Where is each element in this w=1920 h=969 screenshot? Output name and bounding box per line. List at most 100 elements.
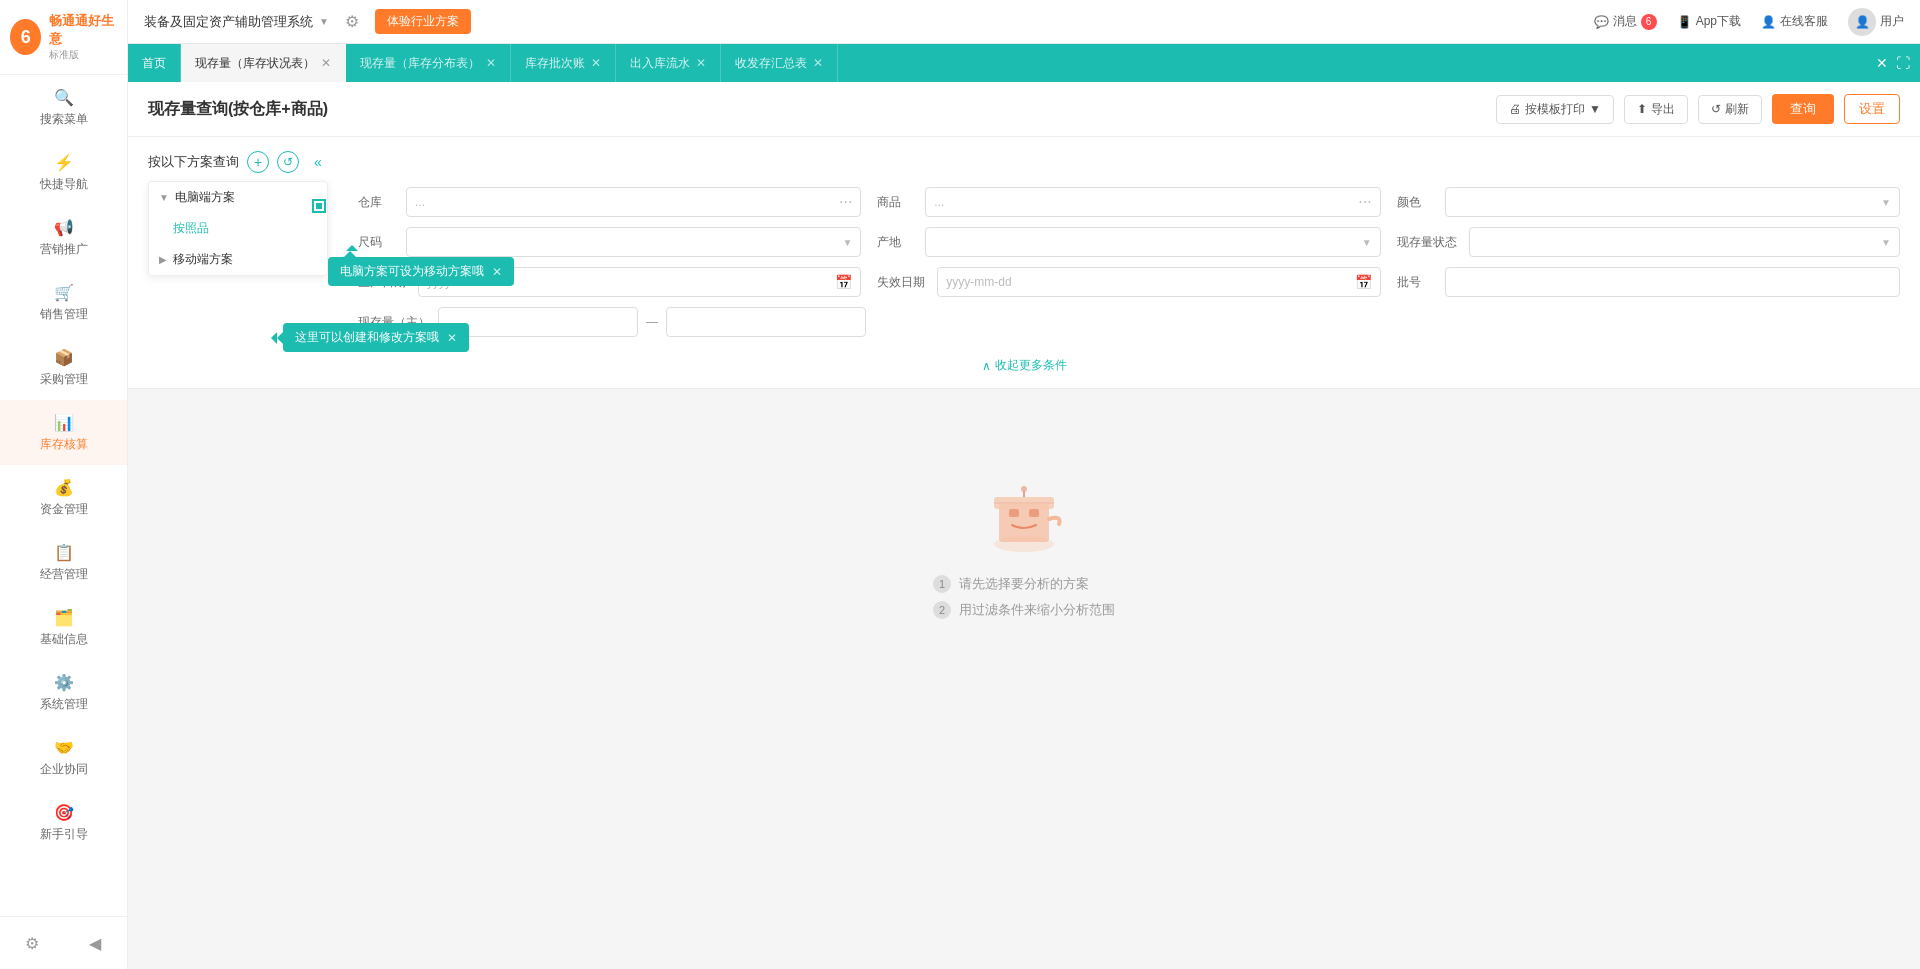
sidebar-item-enterprise[interactable]: 🤝 企业协同 bbox=[0, 725, 127, 790]
stock-qty-max-wrap[interactable] bbox=[666, 307, 866, 337]
origin-select[interactable]: ▼ bbox=[925, 227, 1380, 257]
tab-close-all-icon[interactable]: ✕ bbox=[1876, 55, 1888, 71]
warehouse-input[interactable] bbox=[415, 195, 833, 209]
marketing-icon: 📢 bbox=[54, 217, 74, 237]
collapse-sidebar-btn[interactable]: ◀ bbox=[81, 929, 109, 957]
expire-date-wrap[interactable]: 📅 bbox=[937, 267, 1380, 297]
settings-bottom-btn[interactable]: ⚙ bbox=[18, 929, 46, 957]
logo-text: 畅通通好生意 标准版 bbox=[49, 12, 117, 62]
sidebar-item-marketing[interactable]: 📢 营销推广 bbox=[0, 205, 127, 270]
create-tooltip-close[interactable]: ✕ bbox=[447, 331, 457, 345]
color-select[interactable]: ▼ bbox=[1445, 187, 1900, 217]
sidebar-item-system[interactable]: ⚙️ 系统管理 bbox=[0, 660, 127, 725]
notification-btn[interactable]: 💬 消息 6 bbox=[1594, 13, 1657, 30]
svg-rect-3 bbox=[1009, 509, 1019, 517]
goods-label: 商品 bbox=[877, 194, 917, 211]
sidebar-item-search[interactable]: 🔍 搜索菜单 bbox=[0, 75, 127, 140]
sidebar-item-sales[interactable]: 🛒 销售管理 bbox=[0, 270, 127, 335]
tab-in-out-flow[interactable]: 出入库流水 ✕ bbox=[616, 44, 721, 82]
filter-refresh-btn[interactable]: ↺ bbox=[277, 151, 299, 173]
stock-qty-min-input[interactable] bbox=[447, 315, 629, 329]
sidebar-item-guide[interactable]: 🎯 新手引导 bbox=[0, 790, 127, 855]
tab-inventory-status[interactable]: 现存量（库存状况表） ✕ bbox=[181, 44, 346, 82]
filter-field-color: 颜色 ▼ bbox=[1397, 187, 1900, 217]
empty-icon bbox=[974, 469, 1074, 559]
tree-collapse-icon: ▶ bbox=[159, 254, 167, 265]
filter-label: 按以下方案查询 bbox=[148, 153, 239, 171]
online-service-btn[interactable]: 👤 在线客服 bbox=[1761, 13, 1828, 30]
sidebar-item-management[interactable]: 📋 经营管理 bbox=[0, 530, 127, 595]
tab-close-btn[interactable]: ✕ bbox=[813, 56, 823, 70]
filter-row-2: 尺码 ▼ 产地 ▼ bbox=[358, 227, 1900, 257]
tab-close-btn[interactable]: ✕ bbox=[486, 56, 496, 70]
sidebar-item-purchase[interactable]: 📦 采购管理 bbox=[0, 335, 127, 400]
size-select[interactable]: ▼ bbox=[406, 227, 861, 257]
top-header: 装备及固定资产辅助管理系统 ▼ ⚙ 体验行业方案 💬 消息 6 📱 App下载 … bbox=[128, 0, 1920, 44]
sidebar-item-quick-nav[interactable]: ⚡ 快捷导航 bbox=[0, 140, 127, 205]
print-btn[interactable]: 🖨 按模板打印 ▼ bbox=[1496, 95, 1614, 124]
tab-label: 首页 bbox=[142, 55, 166, 72]
mobile-icon: 📱 bbox=[1677, 15, 1692, 29]
collapse-btn[interactable]: ∧ 收起更多条件 bbox=[148, 349, 1900, 378]
refresh-btn[interactable]: ↺ 刷新 bbox=[1698, 95, 1762, 124]
tab-bar-right: ✕ ⛶ bbox=[1866, 44, 1920, 82]
sales-icon: 🛒 bbox=[54, 282, 74, 302]
header-settings-btn[interactable]: ⚙ bbox=[345, 12, 359, 31]
notification-badge: 6 bbox=[1641, 14, 1657, 30]
sidebar-item-basic[interactable]: 🗂️ 基础信息 bbox=[0, 595, 127, 660]
sidebar: 6 畅通通好生意 标准版 🔍 搜索菜单 ⚡ 快捷导航 📢 营销推广 🛒 销售管理… bbox=[0, 0, 128, 969]
origin-label: 产地 bbox=[877, 234, 917, 251]
sidebar-item-finance[interactable]: 💰 资金管理 bbox=[0, 465, 127, 530]
management-icon: 📋 bbox=[54, 542, 74, 562]
export-btn[interactable]: ⬆ 导出 bbox=[1624, 95, 1688, 124]
scheme-tree-item-pc[interactable]: ▼ 电脑端方案 bbox=[149, 182, 327, 213]
sidebar-item-inventory[interactable]: 📊 库存核算 bbox=[0, 400, 127, 465]
query-btn[interactable]: 查询 bbox=[1772, 94, 1834, 124]
warehouse-more-icon[interactable]: ··· bbox=[839, 193, 852, 211]
refresh-icon: ↺ bbox=[1711, 102, 1721, 116]
basic-icon: 🗂️ bbox=[54, 607, 74, 627]
trial-btn[interactable]: 体验行业方案 bbox=[375, 9, 471, 34]
user-btn[interactable]: 👤 用户 bbox=[1848, 8, 1904, 36]
tab-close-btn[interactable]: ✕ bbox=[591, 56, 601, 70]
search-icon: 🔍 bbox=[54, 87, 74, 107]
scheme-tree-item-mobile[interactable]: ▶ 移动端方案 bbox=[149, 244, 327, 275]
tab-label: 库存批次账 bbox=[525, 55, 585, 72]
tab-close-btn[interactable]: ✕ bbox=[321, 56, 331, 70]
scheme-tooltip-bubble: 电脑方案可设为移动方案哦 ✕ bbox=[328, 257, 514, 286]
sidebar-item-label: 资金管理 bbox=[40, 501, 88, 518]
batch-input[interactable] bbox=[1454, 275, 1891, 289]
tab-home[interactable]: 首页 bbox=[128, 44, 181, 82]
expire-date-input[interactable] bbox=[946, 275, 1348, 289]
goods-input[interactable] bbox=[934, 195, 1352, 209]
filter-back-btn[interactable]: « bbox=[307, 151, 329, 173]
notification-icon: 💬 bbox=[1594, 15, 1609, 29]
goods-input-wrap[interactable]: ··· bbox=[925, 187, 1380, 217]
purchase-icon: 📦 bbox=[54, 347, 74, 367]
tab-stock-summary[interactable]: 收发存汇总表 ✕ bbox=[721, 44, 838, 82]
stock-qty-max-input[interactable] bbox=[675, 315, 857, 329]
step-2-text: 用过滤条件来缩小分析范围 bbox=[959, 601, 1115, 619]
scheme-tree-item-default[interactable]: 按照品 bbox=[149, 213, 327, 244]
prod-date-calendar-icon[interactable]: 📅 bbox=[835, 274, 852, 290]
expire-date-calendar-icon[interactable]: 📅 bbox=[1355, 274, 1372, 290]
filter-add-btn[interactable]: + bbox=[247, 151, 269, 173]
tab-close-btn[interactable]: ✕ bbox=[696, 56, 706, 70]
scheme-tooltip-close[interactable]: ✕ bbox=[492, 265, 502, 279]
goods-more-icon[interactable]: ··· bbox=[1358, 193, 1371, 211]
warehouse-input-wrap[interactable]: ··· bbox=[406, 187, 861, 217]
batch-wrap[interactable] bbox=[1445, 267, 1900, 297]
tab-expand-icon[interactable]: ⛶ bbox=[1896, 55, 1910, 71]
empty-steps: 1 请先选择要分析的方案 2 用过滤条件来缩小分析范围 bbox=[933, 575, 1115, 619]
quicknav-icon: ⚡ bbox=[54, 152, 74, 172]
stock-status-select[interactable]: ▼ bbox=[1469, 227, 1900, 257]
stock-status-label: 现存量状态 bbox=[1397, 234, 1461, 251]
sidebar-item-label: 新手引导 bbox=[40, 826, 88, 843]
setting-btn[interactable]: 设置 bbox=[1844, 94, 1900, 124]
size-chevron-icon: ▼ bbox=[842, 237, 852, 248]
tab-inventory-dist[interactable]: 现存量（库存分布表） ✕ bbox=[346, 44, 511, 82]
app-download-btn[interactable]: 📱 App下载 bbox=[1677, 13, 1741, 30]
warehouse-label: 仓库 bbox=[358, 194, 398, 211]
tab-batch-accounts[interactable]: 库存批次账 ✕ bbox=[511, 44, 616, 82]
sidebar-item-label: 采购管理 bbox=[40, 371, 88, 388]
